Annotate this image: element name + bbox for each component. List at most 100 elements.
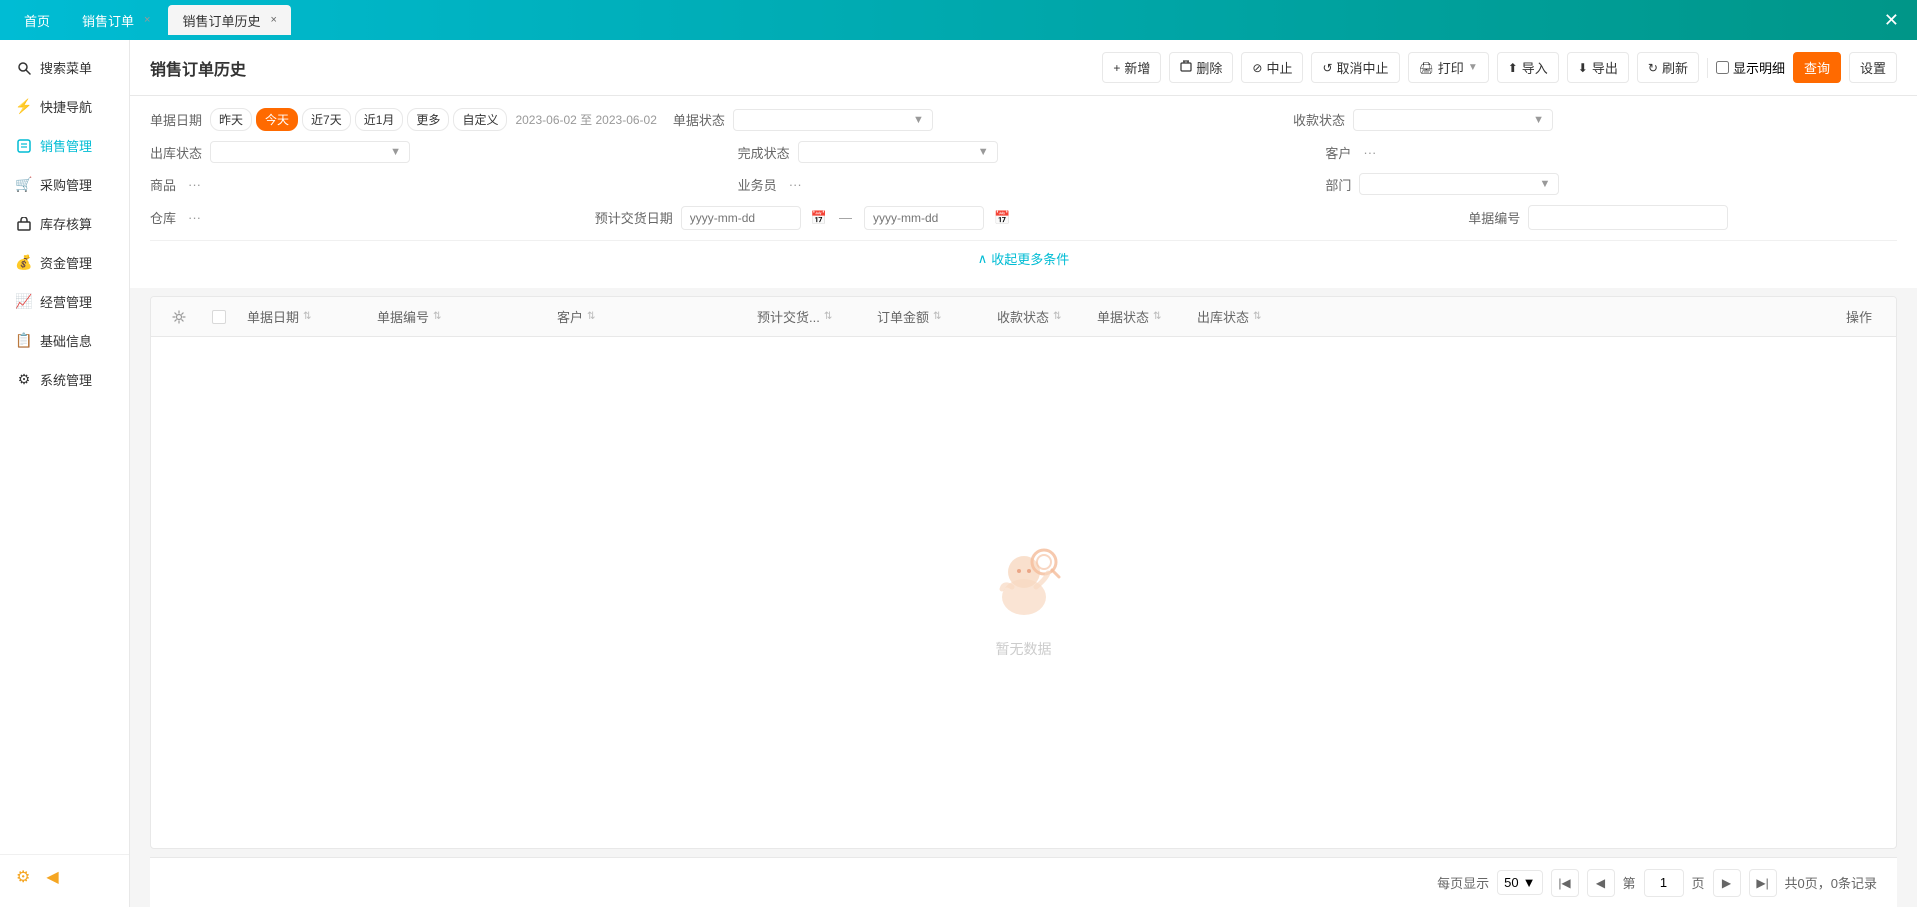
tab-sales-order[interactable]: 销售订单 × xyxy=(68,5,164,35)
salesperson-dots[interactable]: ··· xyxy=(785,177,806,192)
th-outbound-label: 出库状态 xyxy=(1197,307,1249,326)
display-detail-input[interactable] xyxy=(1716,61,1729,74)
sidebar-item-quicknav[interactable]: ⚡ 快捷导航 xyxy=(0,87,129,126)
cancel-stop-btn[interactable]: ↺ 取消中止 xyxy=(1311,52,1399,83)
collapse-more-btn[interactable]: ∧ 收起更多条件 xyxy=(150,240,1897,276)
sidebar-item-system[interactable]: ⚙ 系统管理 xyxy=(0,360,129,399)
docno-input[interactable] xyxy=(1528,205,1728,230)
tab-sales-order-label: 销售订单 xyxy=(82,11,134,30)
product-label: 商品 xyxy=(150,175,176,194)
query-btn[interactable]: 查询 xyxy=(1793,52,1841,83)
sidebar-item-basic-info[interactable]: 📋 基础信息 xyxy=(0,321,129,360)
sidebar-item-inventory[interactable]: 库存核算 xyxy=(0,204,129,243)
per-page-value: 50 xyxy=(1504,875,1518,890)
export-icon: ⬇ xyxy=(1578,61,1588,75)
bill-status-select[interactable]: ▼ xyxy=(733,109,933,131)
page-prev-btn[interactable]: ◀ xyxy=(1587,869,1615,897)
date-btn-1month[interactable]: 近1月 xyxy=(355,108,404,131)
select-all-checkbox[interactable] xyxy=(212,310,226,324)
customer-dots[interactable]: ··· xyxy=(1359,145,1380,160)
delete-icon xyxy=(1180,60,1192,75)
toolbar-divider xyxy=(1707,58,1708,78)
sidebar-item-basic-info-label: 基础信息 xyxy=(40,331,92,350)
page-input[interactable] xyxy=(1644,869,1684,897)
th-amount-sort[interactable]: ⇅ xyxy=(933,311,941,322)
export-btn[interactable]: ⬇ 导出 xyxy=(1567,52,1629,83)
product-dots[interactable]: ··· xyxy=(184,177,205,192)
sidebar-item-search[interactable]: 搜索菜单 xyxy=(0,48,129,87)
sidebar-settings-icon[interactable]: ⚙ xyxy=(16,867,30,887)
per-page-select[interactable]: 50 ▼ xyxy=(1497,870,1542,895)
stop-btn-label: 中止 xyxy=(1266,58,1292,77)
salesperson-label: 业务员 xyxy=(738,175,777,194)
th-delivery-sort[interactable]: ⇅ xyxy=(824,311,832,322)
th-date-sort[interactable]: ⇅ xyxy=(303,311,311,322)
main-layout: 搜索菜单 ⚡ 快捷导航 销售管理 🛒 采购管理 库存核算 💰 资金管理 📈 xyxy=(0,40,1917,907)
new-btn[interactable]: + 新增 xyxy=(1102,52,1161,83)
th-delivery-label: 预计交货... xyxy=(757,307,820,326)
quicknav-icon: ⚡ xyxy=(16,99,32,115)
th-outbound-sort[interactable]: ⇅ xyxy=(1253,311,1261,322)
print-dropdown-icon: ▼ xyxy=(1468,62,1478,73)
th-docno-label: 单据编号 xyxy=(377,307,429,326)
calendar-from-icon: 📅 xyxy=(811,210,827,226)
tab-sales-order-close[interactable]: × xyxy=(144,14,150,26)
delete-btn[interactable]: 删除 xyxy=(1169,52,1233,83)
date-btn-yesterday[interactable]: 昨天 xyxy=(210,108,252,131)
payment-status-select[interactable]: ▼ xyxy=(1353,109,1553,131)
stop-btn[interactable]: ⊘ 中止 xyxy=(1241,52,1303,83)
settings-btn[interactable]: 设置 xyxy=(1849,52,1897,83)
docno-label: 单据编号 xyxy=(1468,208,1520,227)
th-status-sort[interactable]: ⇅ xyxy=(1153,311,1161,322)
sales-icon xyxy=(16,138,32,154)
page-last-btn[interactable]: ▶| xyxy=(1749,869,1777,897)
warehouse-dots[interactable]: ··· xyxy=(184,210,205,225)
window-close-btn[interactable]: ✕ xyxy=(1876,10,1907,31)
date-btn-today[interactable]: 今天 xyxy=(256,108,298,131)
sidebar-item-sales[interactable]: 销售管理 xyxy=(0,126,129,165)
th-date: 单据日期 ⇅ xyxy=(239,307,369,326)
finance-icon: 💰 xyxy=(16,255,32,271)
th-payment-sort[interactable]: ⇅ xyxy=(1053,311,1061,322)
sidebar-item-finance[interactable]: 💰 资金管理 xyxy=(0,243,129,282)
top-bar: 首页 销售订单 × 销售订单历史 × ✕ xyxy=(0,0,1917,40)
sidebar-collapse-icon[interactable]: ◀ xyxy=(46,867,58,887)
print-btn[interactable]: 🖨 打印 ▼ xyxy=(1408,52,1489,83)
th-settings[interactable] xyxy=(159,310,199,324)
sidebar-item-purchase-label: 采购管理 xyxy=(40,175,92,194)
cancel-stop-icon: ↺ xyxy=(1322,61,1332,75)
filter-row-4: 仓库 ··· 预计交货日期 📅 — 📅 单据编号 xyxy=(150,205,1897,230)
tab-sales-history[interactable]: 销售订单历史 × xyxy=(168,5,290,35)
sidebar-item-operations[interactable]: 📈 经营管理 xyxy=(0,282,129,321)
delivery-date-from[interactable] xyxy=(681,206,801,230)
date-btn-custom[interactable]: 自定义 xyxy=(453,108,507,131)
filter-row-2: 出库状态 ▼ 完成状态 ▼ 客户 ··· xyxy=(150,141,1897,163)
tab-home[interactable]: 首页 xyxy=(10,5,64,35)
filter-area: 单据日期 昨天 今天 近7天 近1月 更多 自定义 2023-06-02 至 2… xyxy=(130,96,1917,288)
sidebar-item-purchase[interactable]: 🛒 采购管理 xyxy=(0,165,129,204)
th-status: 单据状态 ⇅ xyxy=(1089,307,1189,326)
th-status-label: 单据状态 xyxy=(1097,307,1149,326)
import-btn[interactable]: ⬆ 导入 xyxy=(1497,52,1559,83)
th-amount-label: 订单金额 xyxy=(877,307,929,326)
th-docno-sort[interactable]: ⇅ xyxy=(433,311,441,322)
refresh-btn[interactable]: ↻ 刷新 xyxy=(1637,52,1699,83)
basic-info-icon: 📋 xyxy=(16,333,32,349)
date-btn-more[interactable]: 更多 xyxy=(407,108,449,131)
tab-sales-history-close[interactable]: × xyxy=(270,14,276,26)
sidebar-item-sales-label: 销售管理 xyxy=(40,136,92,155)
sidebar-item-finance-label: 资金管理 xyxy=(40,253,92,272)
search-icon xyxy=(16,60,32,76)
delivery-date-to[interactable] xyxy=(864,206,984,230)
th-checkbox[interactable] xyxy=(199,310,239,324)
th-customer-sort[interactable]: ⇅ xyxy=(587,311,595,322)
settings-btn-label: 设置 xyxy=(1860,58,1886,77)
outbound-status-select[interactable]: ▼ xyxy=(210,141,410,163)
date-btn-7days[interactable]: 近7天 xyxy=(302,108,351,131)
display-detail-checkbox[interactable]: 显示明细 xyxy=(1716,58,1785,77)
page-next-btn[interactable]: ▶ xyxy=(1713,869,1741,897)
department-select[interactable]: ▼ xyxy=(1359,173,1559,195)
page-first-btn[interactable]: |◀ xyxy=(1551,869,1579,897)
complete-status-select[interactable]: ▼ xyxy=(798,141,998,163)
page-label: 第 xyxy=(1623,873,1636,892)
